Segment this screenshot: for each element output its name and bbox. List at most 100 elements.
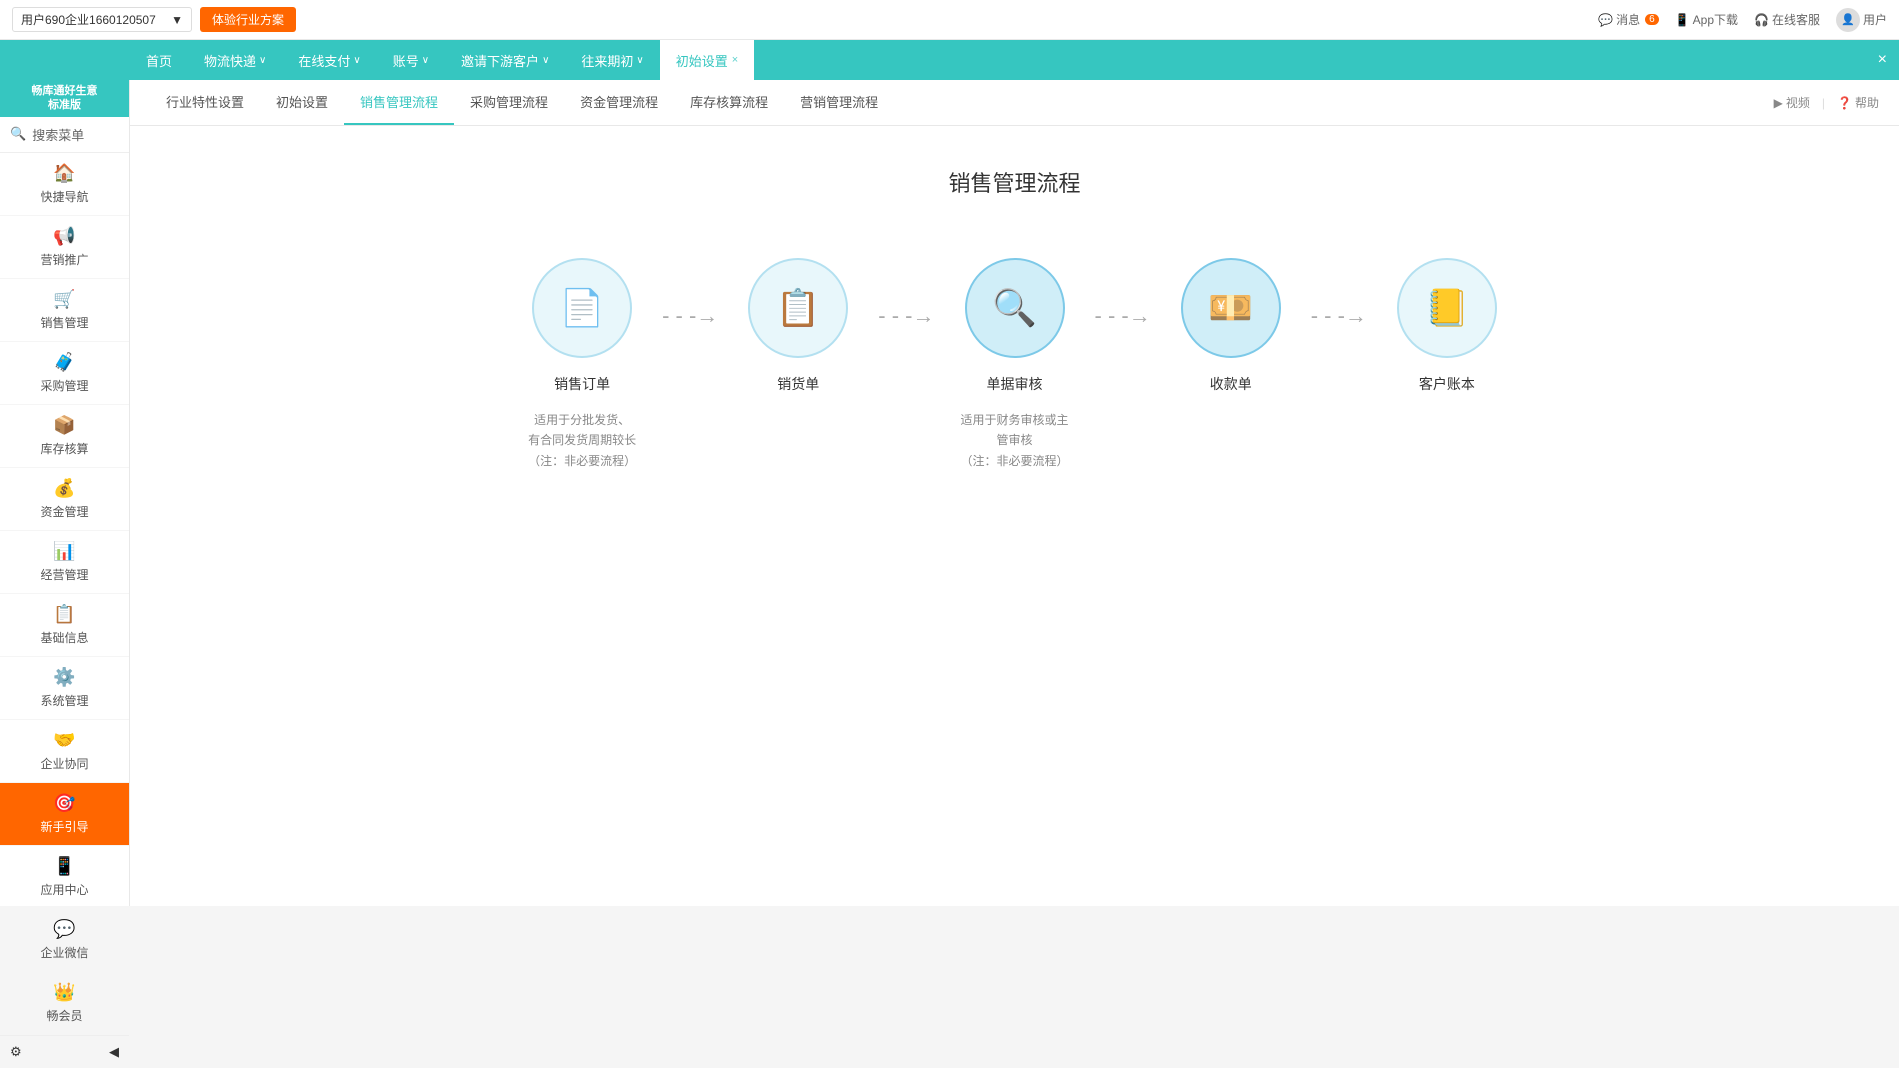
inventory-icon: 📦 — [53, 415, 75, 436]
subtab-营销管理流程[interactable]: 营销管理流程 — [784, 80, 894, 125]
help-label: 帮助 — [1855, 94, 1879, 111]
quick-nav-label: 快捷导航 — [40, 188, 88, 205]
app-download-item[interactable]: 📱 App下载 — [1675, 11, 1738, 28]
subtab-资金管理流程[interactable]: 资金管理流程 — [564, 80, 674, 125]
sidebar-item-enterprise-wechat[interactable]: 💬 企业微信 — [0, 909, 129, 972]
sidebar-bottom: ⚙ ◀ — [0, 1035, 129, 1068]
video-link[interactable]: ▶ 视频 — [1774, 94, 1810, 111]
inventory-label: 库存核算 — [40, 440, 88, 457]
sales-icon: 🛒 — [53, 289, 75, 310]
nav-arrow-icon: ∨ — [353, 55, 360, 66]
subtab-采购管理流程[interactable]: 采购管理流程 — [454, 80, 564, 125]
sidebar-item-operations[interactable]: 📊经营管理 — [0, 531, 129, 594]
purchase-icon: 🧳 — [53, 352, 75, 373]
nav-item-在线支付[interactable]: 在线支付 ∨ — [282, 40, 376, 80]
topbar-right: 💬 消息 6 📱 App下载 🎧 在线客服 👤 用户 — [1598, 8, 1887, 32]
question-icon: ❓ — [1837, 96, 1852, 110]
sidebar-item-enterprise-collab[interactable]: 🤝企业协同 — [0, 720, 129, 783]
enterprise-collab-label: 企业协同 — [40, 755, 88, 772]
sidebar-items: 🏠快捷导航 📢 营销推广 🛒 销售管理 🧳 采购管理 📦 库存核算 💰 资金管理 📊经营管理 📋 基础信息… — [0, 153, 129, 1035]
navbar: 首页物流快递 ∨在线支付 ∨账号 ∨邀请下游客户 ∨往来期初 ∨初始设置 × × — [0, 40, 1899, 80]
nav-item-首页[interactable]: 首页 — [130, 40, 188, 80]
nav-item-往来期初[interactable]: 往来期初 ∨ — [565, 40, 659, 80]
app-center-label: 应用中心 — [40, 881, 88, 898]
subtab-行业特性设置[interactable]: 行业特性设置 — [150, 80, 260, 125]
subtabs-right: ▶ 视频 | ❓ 帮助 — [1774, 94, 1879, 111]
marketing-icon: 📢 — [53, 226, 75, 247]
sidebar-item-system[interactable]: ⚙️系统管理 — [0, 657, 129, 720]
step-name-客户账本: 客户账本 — [1419, 374, 1475, 394]
base-info-icon: 📋 — [53, 604, 75, 625]
sidebar-item-app-center[interactable]: 📱应用中心 — [0, 846, 129, 909]
sidebar-item-purchase[interactable]: 🧳 采购管理 — [0, 342, 129, 405]
enterprise-wechat-label: 企业微信 — [40, 944, 88, 961]
purchase-label: 采购管理 — [40, 377, 88, 394]
flow-step-销货单: 📋 销货单 — [718, 258, 878, 394]
subtab-库存核算流程[interactable]: 库存核算流程 — [674, 80, 784, 125]
base-info-label: 基础信息 — [40, 629, 88, 646]
step-circle-客户账本[interactable]: 📒 — [1397, 258, 1497, 358]
flow-step-收款单: 💴收款单 — [1151, 258, 1311, 394]
nav-arrow-icon: ∨ — [636, 55, 643, 66]
online-service-label: 在线客服 — [1772, 11, 1820, 28]
subtab-销售管理流程[interactable]: 销售管理流程 — [344, 80, 454, 125]
step-circle-销货单[interactable]: 📋 — [748, 258, 848, 358]
sidebar-item-base-info[interactable]: 📋 基础信息 — [0, 594, 129, 657]
messages-label: 消息 — [1616, 11, 1640, 28]
step-circle-单据审核[interactable]: 🔍 — [965, 258, 1065, 358]
finance-label: 资金管理 — [40, 503, 88, 520]
sales-label: 销售管理 — [40, 314, 88, 331]
vip-icon: 👑 — [53, 982, 75, 1003]
flow-step-客户账本: 📒 客户账本 — [1367, 258, 1527, 394]
subtabs-items: 行业特性设置初始设置销售管理流程采购管理流程资金管理流程库存核算流程营销管理流程 — [150, 80, 894, 125]
step-name-单据审核: 单据审核 — [987, 374, 1043, 394]
topbar-left: 用户690企业1660120507 ▼ 体验行业方案 — [12, 7, 296, 32]
nav-item-邀请下游客户[interactable]: 邀请下游客户 ∨ — [445, 40, 565, 80]
finance-icon: 💰 — [53, 478, 75, 499]
user-selector[interactable]: 用户690企业1660120507 ▼ — [12, 7, 192, 32]
sidebar-logo: 畅库通好生意 标准版 — [0, 80, 129, 117]
logo-line2: 标准版 — [48, 98, 81, 112]
user-item[interactable]: 👤 用户 — [1836, 8, 1887, 32]
step-circle-收款单[interactable]: 💴 — [1181, 258, 1281, 358]
search-label: 搜索菜单 — [32, 125, 84, 144]
nav-arrow-icon: ∨ — [542, 55, 549, 66]
chat-icon: 💬 — [1598, 13, 1613, 27]
step-name-销售订单: 销售订单 — [554, 374, 610, 394]
phone-icon: 📱 — [1675, 13, 1690, 27]
settings-icon[interactable]: ⚙ — [10, 1044, 22, 1060]
divider: | — [1822, 96, 1825, 110]
sidebar-item-quick-nav[interactable]: 🏠快捷导航 — [0, 153, 129, 216]
nav-item-物流快递[interactable]: 物流快递 ∨ — [188, 40, 282, 80]
headset-icon: 🎧 — [1754, 13, 1769, 27]
online-service-item[interactable]: 🎧 在线客服 — [1754, 11, 1820, 28]
nav-item-账号[interactable]: 账号 ∨ — [377, 40, 445, 80]
sidebar-item-sales[interactable]: 🛒 销售管理 — [0, 279, 129, 342]
trial-button[interactable]: 体验行业方案 — [200, 7, 296, 32]
user-selector-text: 用户690企业1660120507 — [21, 11, 156, 28]
sidebar-search[interactable]: 🔍 搜索菜单 — [0, 117, 129, 153]
enterprise-wechat-icon: 💬 — [53, 919, 75, 940]
step-desc-单据审核: 适用于财务审核或主 管审核 （注：非必要流程） — [960, 410, 1068, 471]
messages-item[interactable]: 💬 消息 6 — [1598, 11, 1659, 28]
nav-close-main[interactable]: × — [1878, 51, 1887, 69]
step-name-销货单: 销货单 — [777, 374, 819, 394]
subtab-初始设置[interactable]: 初始设置 — [260, 80, 344, 125]
sidebar-item-finance[interactable]: 💰 资金管理 — [0, 468, 129, 531]
step-desc-销售订单: 适用于分批发货、 有合同发货周期较长 （注：非必要流程） — [528, 410, 636, 471]
flow-step-单据审核: 🔍 单据审核适用于财务审核或主 管审核 （注：非必要流程） — [935, 258, 1095, 471]
flow-arrow-2: - - -→ — [878, 258, 934, 329]
help-link[interactable]: ❓ 帮助 — [1837, 94, 1879, 111]
marketing-label: 营销推广 — [40, 251, 88, 268]
topbar: 用户690企业1660120507 ▼ 体验行业方案 💬 消息 6 📱 App下… — [0, 0, 1899, 40]
collapse-icon[interactable]: ◀ — [109, 1044, 119, 1060]
sidebar-item-inventory[interactable]: 📦 库存核算 — [0, 405, 129, 468]
nav-item-初始设置[interactable]: 初始设置 × — [660, 40, 754, 80]
sidebar-item-marketing[interactable]: 📢 营销推广 — [0, 216, 129, 279]
system-label: 系统管理 — [40, 692, 88, 709]
sidebar-item-vip[interactable]: 👑畅会员 — [0, 972, 129, 1035]
messages-badge: 6 — [1645, 14, 1659, 25]
nav-close-icon[interactable]: × — [732, 54, 738, 66]
sidebar-item-new-guide[interactable]: 🎯新手引导 — [0, 783, 129, 846]
step-circle-销售订单[interactable]: 📄 — [532, 258, 632, 358]
